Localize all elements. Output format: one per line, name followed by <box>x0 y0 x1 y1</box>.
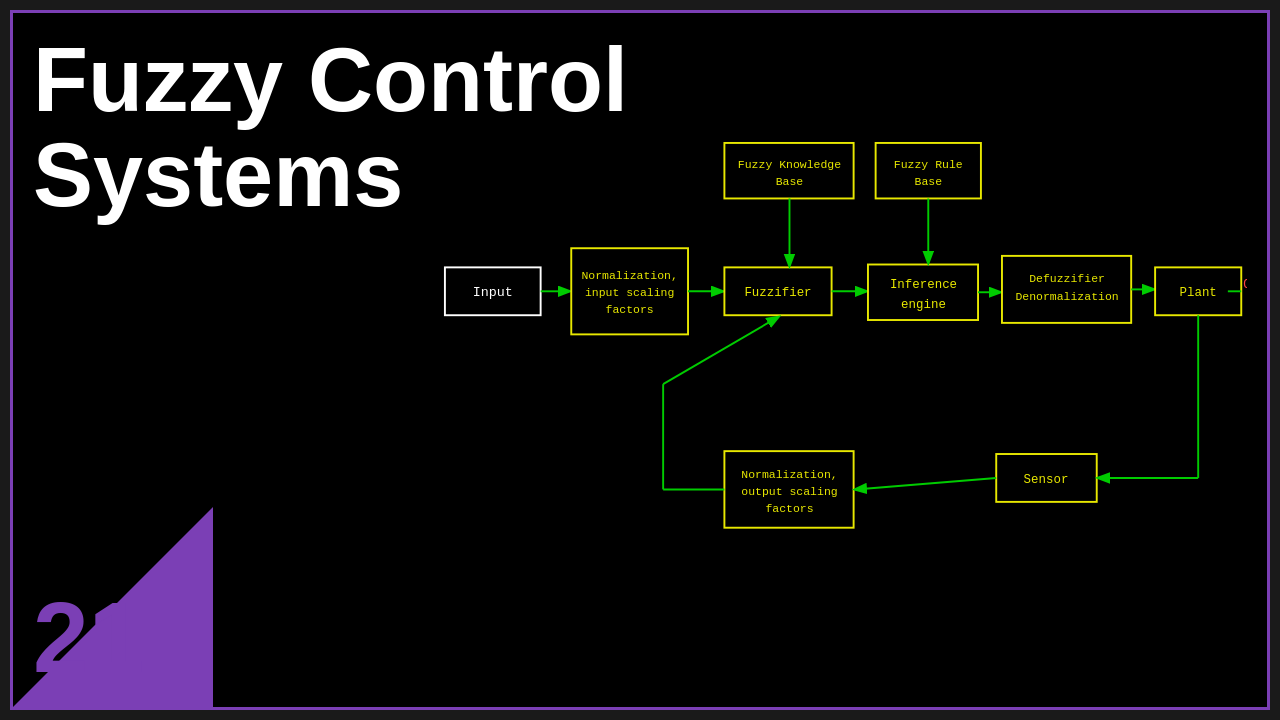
svg-text:Base: Base <box>915 175 943 188</box>
svg-rect-19 <box>1155 267 1241 315</box>
title-text: Fuzzy Control Systems <box>33 33 628 222</box>
title-line2: Systems <box>33 128 628 223</box>
svg-rect-35 <box>996 454 1096 502</box>
svg-text:factors: factors <box>765 502 813 515</box>
svg-rect-26 <box>876 143 981 199</box>
svg-text:engine: engine <box>901 298 946 312</box>
svg-text:output scaling: output scaling <box>741 485 837 498</box>
svg-text:Fuzzy Knowledge: Fuzzy Knowledge <box>738 158 841 171</box>
svg-text:Sensor: Sensor <box>1024 473 1069 487</box>
svg-text:input scaling: input scaling <box>585 286 674 299</box>
svg-rect-3 <box>571 248 688 334</box>
svg-rect-15 <box>1002 256 1131 323</box>
svg-rect-23 <box>724 143 853 199</box>
svg-text:Normalization,: Normalization, <box>741 468 837 481</box>
svg-text:Fuzzy Rule: Fuzzy Rule <box>894 158 963 171</box>
title-line1: Fuzzy Control <box>33 33 628 128</box>
svg-text:Plant: Plant <box>1180 286 1217 300</box>
svg-text:factors: factors <box>606 303 654 316</box>
svg-rect-11 <box>868 265 978 321</box>
svg-rect-31 <box>724 451 853 528</box>
svg-line-39 <box>856 478 997 489</box>
episode-number: 21 <box>33 587 144 687</box>
svg-text:Fuzzifier: Fuzzifier <box>744 286 811 300</box>
svg-text:Base: Base <box>776 175 804 188</box>
svg-text:Denormalization: Denormalization <box>1015 290 1118 303</box>
svg-rect-8 <box>724 267 831 315</box>
svg-text:Defuzzifier: Defuzzifier <box>1029 272 1105 285</box>
svg-text:Normalization,: Normalization, <box>581 269 677 282</box>
svg-text:Input: Input <box>473 285 513 300</box>
svg-text:Inference: Inference <box>890 278 957 292</box>
svg-rect-0 <box>445 267 541 315</box>
main-frame: Fuzzy Control Systems Input Normalizatio… <box>10 10 1270 710</box>
svg-line-42 <box>663 317 778 384</box>
svg-text:Output: Output <box>1243 278 1247 292</box>
